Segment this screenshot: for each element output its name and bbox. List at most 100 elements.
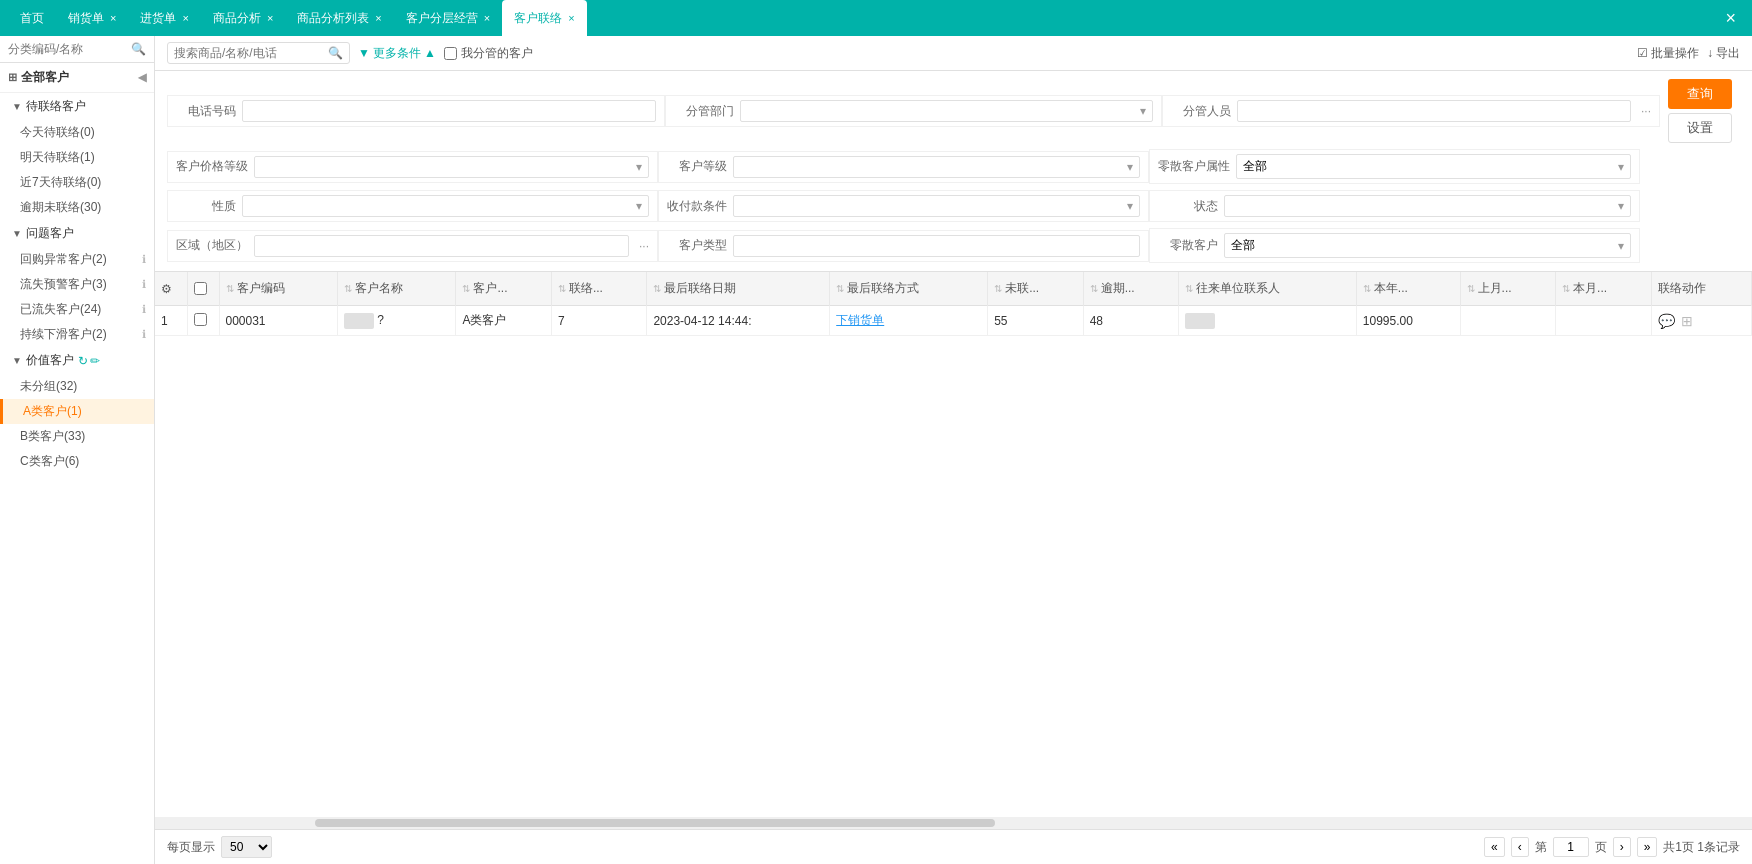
nav-purchase-order[interactable]: 进货单 × bbox=[128, 0, 200, 36]
grid-icon: ⊞ bbox=[8, 71, 17, 84]
last-page-button[interactable]: » bbox=[1637, 837, 1658, 857]
sidebar-pending-contact-group[interactable]: ▼ 待联络客户 bbox=[0, 93, 154, 120]
nav-product-analysis-list[interactable]: 商品分析列表 × bbox=[285, 0, 393, 36]
sidebar-item-7days[interactable]: 近7天待联络(0) bbox=[0, 170, 154, 195]
retail-attr-chevron-icon: ▾ bbox=[1618, 160, 1624, 174]
row-checkbox[interactable] bbox=[194, 313, 207, 326]
filter-person-input[interactable] bbox=[1237, 100, 1631, 122]
sidebar-item-a-class[interactable]: A类客户(1) bbox=[0, 399, 154, 424]
sidebar-search-bar: 🔍 bbox=[0, 36, 154, 63]
filter-nature-select[interactable]: ▾ bbox=[242, 195, 649, 217]
filter-search-input[interactable] bbox=[174, 46, 324, 60]
filter-region-input[interactable] bbox=[254, 235, 629, 257]
sidebar-item-c-class[interactable]: C类客户(6) bbox=[0, 449, 154, 474]
sidebar-item-churned[interactable]: 已流失客户(24) ℹ bbox=[0, 297, 154, 322]
info-icon-2[interactable]: ℹ bbox=[142, 278, 146, 291]
filter-customer-type: 客户类型 bbox=[658, 230, 1149, 262]
sidebar-item-b-class[interactable]: B类客户(33) bbox=[0, 424, 154, 449]
nav-sales-order[interactable]: 销货单 × bbox=[56, 0, 128, 36]
table-row: 1 000031 ? A类客户 7 2023-04-12 14:44: bbox=[155, 306, 1752, 336]
filter-phone-input[interactable] bbox=[242, 100, 656, 122]
value-group-refresh-icon[interactable]: ↻ bbox=[78, 354, 88, 368]
td-this-month bbox=[1556, 306, 1651, 336]
scrollbar-thumb[interactable] bbox=[315, 819, 995, 827]
filter-retail-select[interactable]: 全部 ▾ bbox=[1224, 233, 1631, 258]
filter-dept-select[interactable]: ▾ bbox=[740, 100, 1154, 122]
action-qr-icon[interactable]: ⊞ bbox=[1681, 313, 1693, 329]
page-size-select[interactable]: 50 100 200 bbox=[221, 836, 272, 858]
filter-payment-select[interactable]: ▾ bbox=[733, 195, 1140, 217]
horizontal-scrollbar[interactable] bbox=[155, 817, 1752, 829]
level-chevron-icon: ▾ bbox=[1127, 160, 1133, 174]
nav-close-product-list[interactable]: × bbox=[375, 12, 381, 24]
th-contact: ⇅ 联络... bbox=[551, 272, 646, 306]
th-lm-sort-icon: ⇅ bbox=[1467, 283, 1475, 294]
nav-close-customer-contact[interactable]: × bbox=[568, 12, 574, 24]
table-settings-icon[interactable]: ⚙ bbox=[161, 282, 172, 296]
td-checkbox bbox=[187, 306, 219, 336]
last-method-link[interactable]: 下销货单 bbox=[836, 313, 884, 327]
filter-retail-customer: 零散客户 全部 ▾ bbox=[1149, 228, 1640, 263]
filter-more-chevron: ▲ bbox=[424, 46, 436, 60]
sidebar-search-input[interactable] bbox=[8, 42, 127, 56]
sidebar-problem-customers-group[interactable]: ▼ 问题客户 bbox=[0, 220, 154, 247]
th-method-sort-icon: ⇅ bbox=[836, 283, 844, 294]
sidebar-item-declining[interactable]: 持续下滑客户(2) ℹ bbox=[0, 322, 154, 347]
nav-close-purchase[interactable]: × bbox=[182, 12, 188, 24]
filter-search-icon[interactable]: 🔍 bbox=[328, 46, 343, 60]
select-all-checkbox[interactable] bbox=[194, 282, 207, 295]
filter-price-select[interactable]: ▾ bbox=[254, 156, 649, 178]
info-icon-1[interactable]: ℹ bbox=[142, 253, 146, 266]
sidebar-item-churn-warning[interactable]: 流失预警客户(3) ℹ bbox=[0, 272, 154, 297]
nav-close-customer-tier[interactable]: × bbox=[484, 12, 490, 24]
info-icon-4[interactable]: ℹ bbox=[142, 328, 146, 341]
nav-home[interactable]: 首页 bbox=[8, 0, 56, 36]
sidebar-item-today[interactable]: 今天待联络(0) bbox=[0, 120, 154, 145]
action-chat-icon[interactable]: 💬 bbox=[1658, 313, 1675, 329]
th-uncontacted-sort-icon: ⇅ bbox=[994, 283, 1002, 294]
batch-icon: ☑ bbox=[1637, 46, 1648, 60]
export-button[interactable]: ↓ 导出 bbox=[1707, 45, 1740, 62]
filter-status-select[interactable]: ▾ bbox=[1224, 195, 1631, 217]
filter-customer-type-input[interactable] bbox=[733, 235, 1140, 257]
filter-person-dots[interactable]: ··· bbox=[1641, 104, 1651, 118]
next-page-button[interactable]: › bbox=[1613, 837, 1631, 857]
nav-customer-tier[interactable]: 客户分层经营 × bbox=[394, 0, 502, 36]
th-uncontacted: ⇅ 未联... bbox=[988, 272, 1083, 306]
page-number-input[interactable] bbox=[1553, 837, 1589, 857]
sidebar-item-overdue[interactable]: 逾期未联络(30) bbox=[0, 195, 154, 220]
sidebar-collapse-icon[interactable]: ◀ bbox=[138, 71, 146, 84]
nav-customer-contact[interactable]: 客户联络 × bbox=[502, 0, 586, 36]
page-total-label: 共1页 1条记录 bbox=[1663, 839, 1740, 856]
filter-my-customers[interactable]: 我分管的客户 bbox=[444, 45, 533, 62]
th-last-date: ⇅ 最后联络日期 bbox=[647, 272, 830, 306]
td-action: 💬 ⊞ bbox=[1651, 306, 1751, 336]
status-chevron-icon: ▾ bbox=[1618, 199, 1624, 213]
prev-page-button[interactable]: ‹ bbox=[1511, 837, 1529, 857]
arrow-down-icon: ▼ bbox=[12, 101, 22, 112]
th-contact-sort-icon: ⇅ bbox=[558, 283, 566, 294]
nav-product-analysis[interactable]: 商品分析 × bbox=[201, 0, 285, 36]
first-page-button[interactable]: « bbox=[1484, 837, 1505, 857]
filter-region-dots[interactable]: ··· bbox=[639, 239, 649, 253]
td-last-date: 2023-04-12 14:44: bbox=[647, 306, 830, 336]
nav-close-product-analysis[interactable]: × bbox=[267, 12, 273, 24]
sidebar-value-customers-group[interactable]: ▼ 价值客户 ↻ ✏ bbox=[0, 347, 154, 374]
settings-button[interactable]: 设置 bbox=[1668, 113, 1732, 143]
sidebar-item-tomorrow[interactable]: 明天待联络(1) bbox=[0, 145, 154, 170]
nav-close-sales[interactable]: × bbox=[110, 12, 116, 24]
batch-operation-button[interactable]: ☑ 批量操作 bbox=[1637, 45, 1699, 62]
sidebar-all-customers[interactable]: ⊞ 全部客户 ◀ bbox=[0, 63, 154, 93]
filter-retail-attr-select[interactable]: 全部 ▾ bbox=[1236, 154, 1631, 179]
nav-close-all-button[interactable]: × bbox=[1717, 8, 1744, 29]
value-group-edit-icon[interactable]: ✏ bbox=[90, 354, 100, 368]
filter-customer-level-select[interactable]: ▾ bbox=[733, 156, 1140, 178]
sidebar-item-repurchase-anomaly[interactable]: 回购异常客户(2) ℹ bbox=[0, 247, 154, 272]
info-icon-3[interactable]: ℹ bbox=[142, 303, 146, 316]
nature-chevron-icon: ▾ bbox=[636, 199, 642, 213]
sidebar-search-icon[interactable]: 🔍 bbox=[131, 42, 146, 56]
query-button[interactable]: 查询 bbox=[1668, 79, 1732, 109]
filter-my-checkbox[interactable] bbox=[444, 47, 457, 60]
filter-more-button[interactable]: ▼ 更多条件 ▲ bbox=[358, 45, 436, 62]
sidebar-item-ungroup[interactable]: 未分组(32) bbox=[0, 374, 154, 399]
